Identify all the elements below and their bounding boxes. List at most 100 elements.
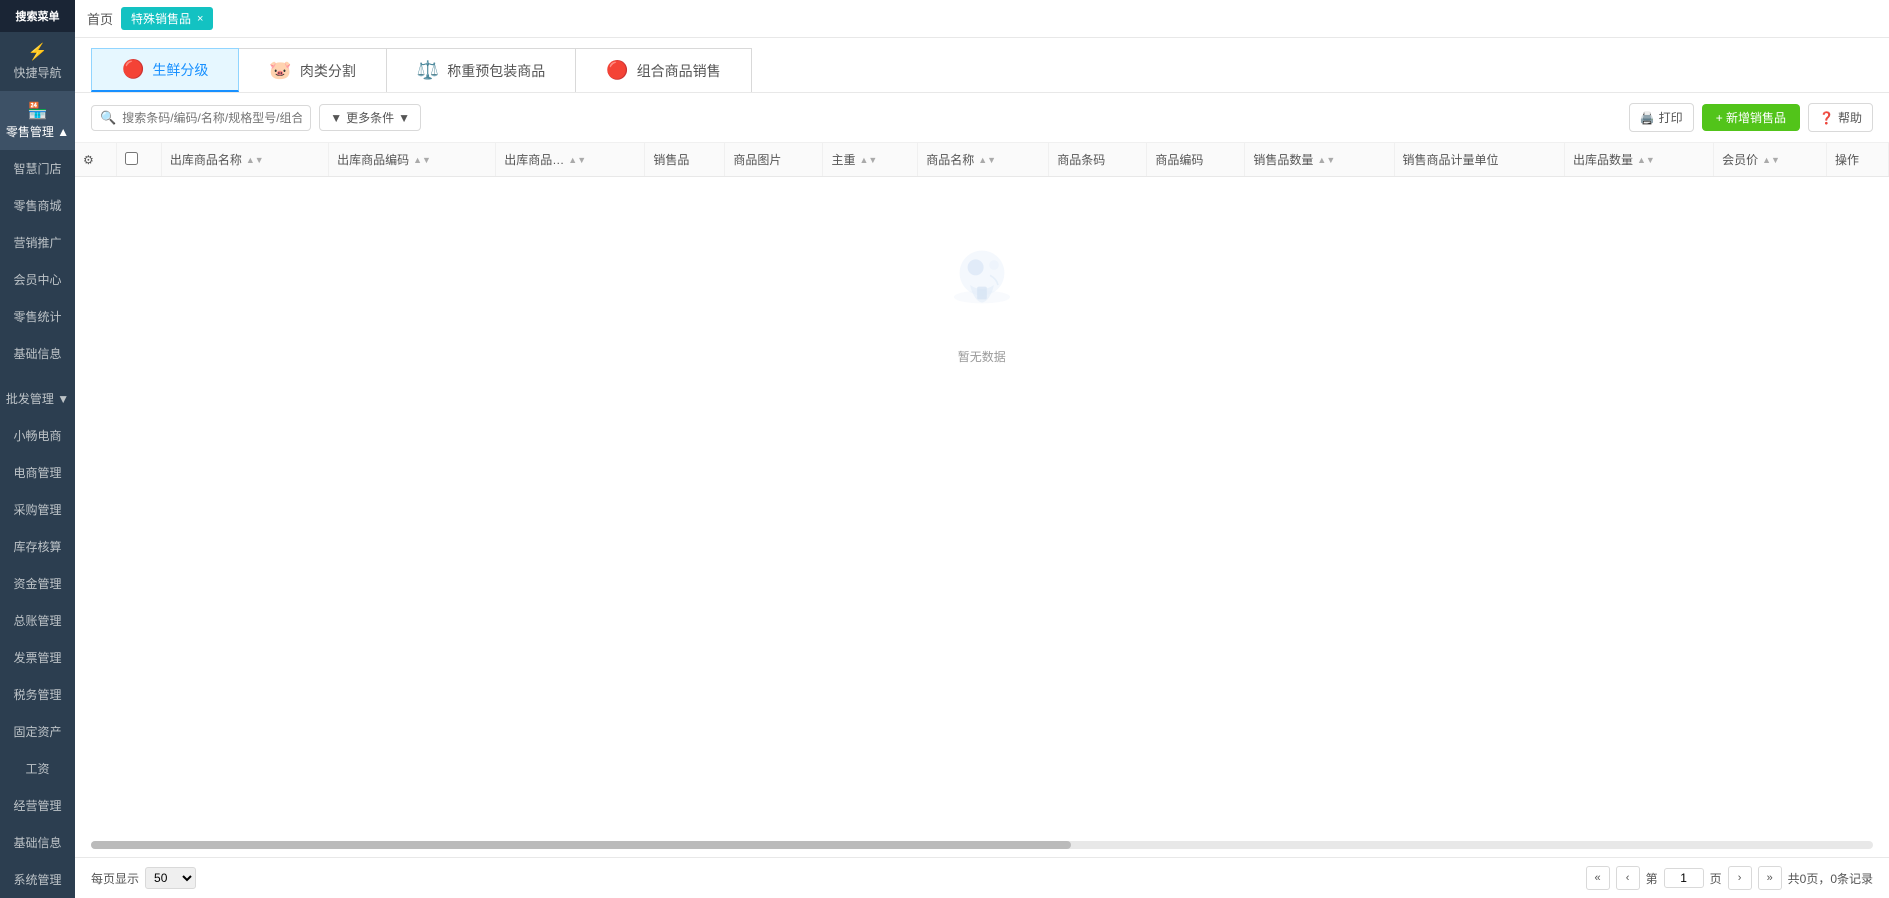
breadcrumb-home[interactable]: 首页 (87, 9, 113, 28)
col-label: 会员价 (1722, 151, 1758, 168)
col-out-qty[interactable]: 出库品数量 ▲▼ (1564, 143, 1713, 177)
sidebar-item-label: 基础信息 (13, 836, 61, 850)
sidebar-item-finance-mgmt[interactable]: 资金管理 (0, 565, 75, 602)
sidebar-item-basic-info2[interactable]: 基础信息 (0, 824, 75, 861)
horizontal-scrollbar[interactable] (91, 841, 1873, 849)
sort-arrows-icon[interactable]: ▲▼ (1762, 155, 1780, 165)
col-operate: 操作 (1827, 143, 1889, 177)
last-page-button[interactable]: » (1758, 866, 1782, 890)
tab-label: 生鲜分级 (152, 60, 208, 80)
help-icon: ❓ (1819, 111, 1834, 125)
search-box[interactable]: 🔍 (91, 105, 311, 131)
topbar: 首页 特殊销售品 × (75, 0, 1889, 38)
sidebar-item-quick-nav[interactable]: ⚡ 快捷导航 (0, 32, 75, 91)
toolbar: 🔍 ▼ 更多条件 ▼ 🖨️ 打印 + 新增销售品 ❓ 帮助 (75, 93, 1889, 143)
sidebar-item-wholesale-mgmt[interactable]: 批发管理 ▼ (0, 380, 75, 417)
select-all-checkbox[interactable] (125, 152, 138, 165)
tab-fresh-grade[interactable]: 🔴 生鲜分级 (91, 48, 239, 92)
sidebar: 搜索菜单 ⚡ 快捷导航 🏪 零售管理 ▲ 智慧门店 零售商城 营销推广 会员中心… (0, 0, 75, 898)
sidebar-item-label: 采购管理 (13, 503, 61, 517)
fresh-grade-icon: 🔴 (122, 59, 144, 80)
sidebar-item-inventory[interactable]: 库存核算 (0, 528, 75, 565)
sort-arrows-icon[interactable]: ▲▼ (413, 155, 431, 165)
sidebar-item-label: 基础信息 (13, 347, 61, 361)
sidebar-logo[interactable]: 搜索菜单 (0, 0, 75, 32)
sort-arrows-icon[interactable]: ▲▼ (978, 155, 996, 165)
active-tab[interactable]: 特殊销售品 × (121, 7, 213, 30)
empty-state-text: 暂无数据 (958, 348, 1006, 365)
sidebar-item-retail-mgmt[interactable]: 🏪 零售管理 ▲ (0, 91, 75, 150)
page-input[interactable] (1664, 868, 1704, 888)
col-sales-qty[interactable]: 销售品数量 ▲▼ (1245, 143, 1394, 177)
sidebar-item-ops-mgmt[interactable]: 经营管理 (0, 787, 75, 824)
tab-weight-pack[interactable]: ⚖️ 称重预包装商品 (387, 48, 576, 92)
total-label: 共0页，0条记录 (1788, 870, 1873, 887)
toolbar-right: 🖨️ 打印 + 新增销售品 ❓ 帮助 (1629, 103, 1873, 132)
sidebar-item-retail-stats[interactable]: 零售统计 (0, 298, 75, 335)
sidebar-item-fixed-assets[interactable]: 固定资产 (0, 713, 75, 750)
sidebar-item-label: 零售商城 (13, 199, 61, 213)
tab-label: 称重预包装商品 (447, 61, 545, 81)
tab-meat-cut[interactable]: 🐷 肉类分割 (239, 48, 386, 92)
sidebar-item-retail-mall[interactable]: 零售商城 (0, 187, 75, 224)
col-label: 出库商品名称 (170, 151, 242, 168)
col-member-price[interactable]: 会员价 ▲▼ (1714, 143, 1827, 177)
sidebar-item-smart-store[interactable]: 智慧门店 (0, 150, 75, 187)
sidebar-item-sys-mgmt[interactable]: 系统管理 (0, 861, 75, 898)
col-product-code: 商品编码 (1147, 143, 1245, 177)
close-tab-icon[interactable]: × (197, 13, 203, 25)
sort-arrows-icon[interactable]: ▲▼ (859, 155, 877, 165)
sidebar-item-member-center[interactable]: 会员中心 (0, 261, 75, 298)
sidebar-item-ecom-mgmt[interactable]: 电商管理 (0, 454, 75, 491)
table-area: ⚙ 出库商品名称 ▲▼ 出库商品编码 ▲▼ (75, 143, 1889, 837)
chevron-down-icon: ▼ (57, 392, 69, 406)
sort-arrows-icon[interactable]: ▲▼ (1317, 155, 1335, 165)
filter-button[interactable]: ▼ 更多条件 ▼ (319, 104, 421, 131)
search-icon: 🔍 (100, 110, 116, 126)
sidebar-item-mini-ecom[interactable]: 小畅电商 (0, 417, 75, 454)
first-page-button[interactable]: « (1586, 866, 1610, 890)
tab-label: 组合商品销售 (637, 61, 721, 81)
sort-arrows-icon[interactable]: ▲▼ (568, 155, 586, 165)
prev-page-button[interactable]: ‹ (1616, 866, 1640, 890)
col-label: 出库商品… (504, 151, 564, 168)
search-input[interactable] (122, 111, 302, 125)
page-suffix-label: 页 (1710, 870, 1722, 887)
sidebar-item-tax-mgmt[interactable]: 税务管理 (0, 676, 75, 713)
sidebar-item-general-ledger[interactable]: 总账管理 (0, 602, 75, 639)
col-sales-product: 销售品 (645, 143, 725, 177)
add-button[interactable]: + 新增销售品 (1702, 104, 1800, 131)
col-label: 出库品数量 (1573, 151, 1633, 168)
toolbar-left: 🔍 ▼ 更多条件 ▼ (91, 104, 421, 131)
sidebar-item-label: 资金管理 (13, 577, 61, 591)
sidebar-item-basic-info[interactable]: 基础信息 (0, 335, 75, 372)
combo-icon: 🔴 (606, 60, 628, 81)
col-label: 商品编码 (1155, 151, 1203, 168)
col-out-product-spec[interactable]: 出库商品… ▲▼ (496, 143, 645, 177)
col-out-product-name[interactable]: 出库商品名称 ▲▼ (161, 143, 328, 177)
meat-cut-icon: 🐷 (269, 60, 291, 81)
sidebar-item-purchase-mgmt[interactable]: 采购管理 (0, 491, 75, 528)
empty-state-row: 暂无数据 (75, 177, 1889, 426)
per-page-select[interactable]: 50 20 100 (145, 867, 196, 889)
help-button[interactable]: ❓ 帮助 (1808, 103, 1873, 132)
col-out-product-code[interactable]: 出库商品编码 ▲▼ (329, 143, 496, 177)
tab-combo[interactable]: 🔴 组合商品销售 (576, 48, 751, 92)
col-weight[interactable]: 主重 ▲▼ (823, 143, 918, 177)
col-product-name[interactable]: 商品名称 ▲▼ (918, 143, 1049, 177)
sidebar-item-label: 经营管理 (13, 799, 61, 813)
sort-arrows-icon[interactable]: ▲▼ (246, 155, 264, 165)
sidebar-item-wages[interactable]: 工资 (0, 750, 75, 787)
scrollbar-thumb[interactable] (91, 841, 1071, 849)
col-checkbox[interactable] (116, 143, 161, 177)
col-settings[interactable]: ⚙ (75, 143, 116, 177)
sidebar-item-invoice-mgmt[interactable]: 发票管理 (0, 639, 75, 676)
sidebar-item-sales-promo[interactable]: 营销推广 (0, 224, 75, 261)
table-body: 暂无数据 (75, 177, 1889, 426)
sort-arrows-icon[interactable]: ▲▼ (1637, 155, 1655, 165)
tab-label: 肉类分割 (300, 61, 356, 81)
col-label: 商品图片 (733, 151, 781, 168)
print-button[interactable]: 🖨️ 打印 (1629, 103, 1694, 132)
next-page-button[interactable]: › (1728, 866, 1752, 890)
col-barcode: 商品条码 (1049, 143, 1147, 177)
